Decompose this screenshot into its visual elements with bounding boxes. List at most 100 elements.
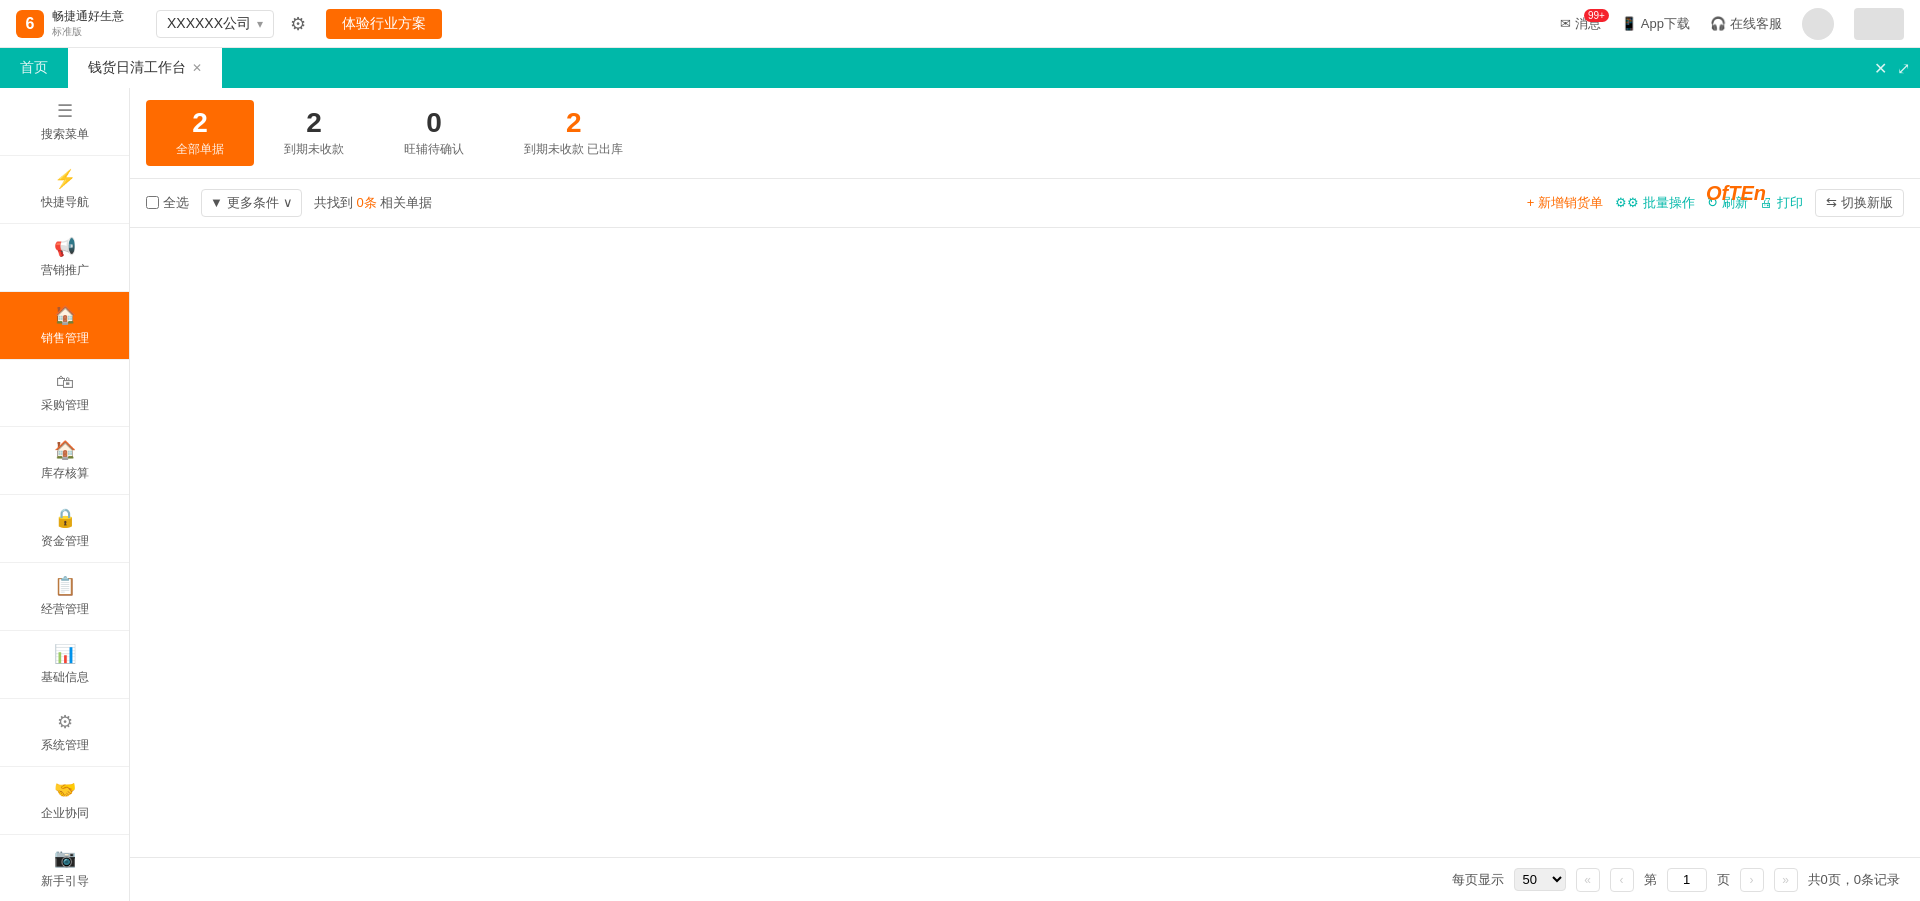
toolbar-left: 全选 ▼ 更多条件 ∨ 共找到 0条 相关单据 <box>146 189 432 217</box>
card-num-all: 2 <box>192 108 208 139</box>
sidebar-item-purchase-mgmt[interactable]: 🛍 采购管理 <box>0 360 129 427</box>
card-label-pending: 旺辅待确认 <box>404 141 464 158</box>
sidebar-label: 经营管理 <box>41 601 89 618</box>
page-size-select[interactable]: 50 20 100 <box>1514 868 1566 891</box>
funds-icon: 🔒 <box>54 507 76 529</box>
next-page-icon: › <box>1750 873 1754 887</box>
marketing-icon: 📢 <box>54 236 76 258</box>
sidebar-item-marketing[interactable]: 📢 营销推广 <box>0 224 129 292</box>
sidebar-item-funds-mgmt[interactable]: 🔒 资金管理 <box>0 495 129 563</box>
logo-area: 6 畅捷通好生意 标准版 <box>16 9 146 38</box>
nav-tabs: 首页 钱货日清工作台 ✕ ✕ ⤢ <box>0 48 1920 88</box>
sidebar-item-inventory[interactable]: 🏠 库存核算 <box>0 427 129 495</box>
tab-close-icon[interactable]: ✕ <box>192 61 202 75</box>
chevron-down-icon: ▾ <box>257 17 263 31</box>
logo-icon: 6 <box>16 10 44 38</box>
current-page-input[interactable] <box>1667 868 1707 892</box>
close-window-icon[interactable]: ✕ <box>1874 59 1887 78</box>
gear-icon: ⚙ <box>290 13 306 35</box>
table-area <box>130 228 1920 857</box>
select-all-input[interactable] <box>146 196 159 209</box>
prev-page-button[interactable]: ‹ <box>1610 868 1634 892</box>
coop-icon: 🤝 <box>54 779 76 801</box>
sidebar: ☰ 搜索菜单 ⚡ 快捷导航 📢 营销推广 🏠 销售管理 🛍 采购管理 🏠 库存核… <box>0 88 130 901</box>
header-right: ✉ 消息 99+ 📱 App下载 🎧 在线客服 <box>1560 8 1904 40</box>
sidebar-label: 基础信息 <box>41 669 89 686</box>
card-label-overdue: 到期未收款 <box>284 141 344 158</box>
app-download-item[interactable]: 📱 App下载 <box>1621 15 1690 33</box>
sidebar-label: 快捷导航 <box>41 194 89 211</box>
nav-tabs-right: ✕ ⤢ <box>1874 59 1920 78</box>
first-page-icon: « <box>1584 873 1591 887</box>
filter-button[interactable]: ▼ 更多条件 ∨ <box>201 189 302 217</box>
avatar[interactable] <box>1802 8 1834 40</box>
print-button[interactable]: 🖨 打印 <box>1760 194 1803 212</box>
card-all[interactable]: 2 全部单据 <box>146 100 254 166</box>
download-icon: 📱 <box>1621 16 1637 31</box>
often-text: OfTEn <box>1706 182 1766 205</box>
sidebar-item-enterprise-coop[interactable]: 🤝 企业协同 <box>0 767 129 835</box>
batch-operation-button[interactable]: ⚙⚙ 批量操作 <box>1615 194 1695 212</box>
card-num-pending: 0 <box>426 108 442 139</box>
sidebar-item-search-menu[interactable]: ☰ 搜索菜单 <box>0 88 129 156</box>
card-overdue-shipped[interactable]: 2 到期未收款 已出库 <box>494 100 653 166</box>
purchase-icon: 🛍 <box>56 372 74 393</box>
top-header: 6 畅捷通好生意 标准版 XXXXXX公司 ▾ ⚙ 体验行业方案 ✉ 消息 99… <box>0 0 1920 48</box>
switch-icon: ⇆ <box>1826 195 1837 210</box>
avatar-name[interactable] <box>1854 8 1904 40</box>
sidebar-label: 库存核算 <box>41 465 89 482</box>
sidebar-item-basic-info[interactable]: 📊 基础信息 <box>0 631 129 699</box>
chevron-down-icon: ∨ <box>283 195 293 210</box>
next-page-button[interactable]: › <box>1740 868 1764 892</box>
trial-button[interactable]: 体验行业方案 <box>326 9 442 39</box>
sidebar-label: 营销推广 <box>41 262 89 279</box>
message-icon: ✉ <box>1560 16 1571 31</box>
tab-workbench[interactable]: 钱货日清工作台 ✕ <box>68 48 222 88</box>
sys-icon: ⚙ <box>57 711 73 733</box>
card-label-all: 全部单据 <box>176 141 224 158</box>
last-page-icon: » <box>1782 873 1789 887</box>
settings-icon-btn[interactable]: ⚙ <box>282 8 314 40</box>
toolbar: 全选 ▼ 更多条件 ∨ 共找到 0条 相关单据 + 新增销货单 ⚙⚙ <box>130 179 1920 228</box>
search-menu-icon: ☰ <box>57 100 73 122</box>
online-service-item[interactable]: 🎧 在线客服 <box>1710 15 1782 33</box>
sidebar-item-quick-nav[interactable]: ⚡ 快捷导航 <box>0 156 129 224</box>
found-text: 共找到 0条 相关单据 <box>314 194 432 212</box>
select-all-checkbox[interactable]: 全选 <box>146 194 189 212</box>
card-wangfu-pending[interactable]: 0 旺辅待确认 <box>374 100 494 166</box>
switch-new-version-button[interactable]: ⇆ 切换新版 <box>1815 189 1904 217</box>
sidebar-label: 企业协同 <box>41 805 89 822</box>
ops-icon: 📋 <box>54 575 76 597</box>
quick-nav-icon: ⚡ <box>54 168 76 190</box>
messages-badge: 99+ <box>1584 9 1609 22</box>
messages-item[interactable]: ✉ 消息 99+ <box>1560 15 1601 33</box>
sidebar-label: 新手引导 <box>41 873 89 890</box>
restore-window-icon[interactable]: ⤢ <box>1897 59 1910 78</box>
sidebar-item-new-guide[interactable]: 📷 新手引导 <box>0 835 129 901</box>
inventory-icon: 🏠 <box>54 439 76 461</box>
sidebar-item-ops-mgmt[interactable]: 📋 经营管理 <box>0 563 129 631</box>
tab-home[interactable]: 首页 <box>0 48 68 88</box>
sidebar-item-sales-mgmt[interactable]: 🏠 销售管理 <box>0 292 129 360</box>
basic-info-icon: 📊 <box>54 643 76 665</box>
pagination: 每页显示 50 20 100 « ‹ 第 页 › » 共0页，0条记录 <box>130 857 1920 901</box>
content-area: 2 全部单据 2 到期未收款 0 旺辅待确认 2 到期未收款 已出库 全选 <box>130 88 1920 901</box>
sales-icon: 🏠 <box>54 304 76 326</box>
card-label-shipped: 到期未收款 已出库 <box>524 141 623 158</box>
last-page-button[interactable]: » <box>1774 868 1798 892</box>
sidebar-label: 资金管理 <box>41 533 89 550</box>
sidebar-item-sys-mgmt[interactable]: ⚙ 系统管理 <box>0 699 129 767</box>
logo-text: 畅捷通好生意 标准版 <box>52 9 124 38</box>
card-overdue-uncollected[interactable]: 2 到期未收款 <box>254 100 374 166</box>
filter-icon: ▼ <box>210 195 223 210</box>
service-icon: 🎧 <box>1710 16 1726 31</box>
sidebar-label: 销售管理 <box>41 330 89 347</box>
batch-icon: ⚙⚙ <box>1615 195 1639 210</box>
company-selector[interactable]: XXXXXX公司 ▾ <box>156 10 274 38</box>
summary-cards: 2 全部单据 2 到期未收款 0 旺辅待确认 2 到期未收款 已出库 <box>130 88 1920 179</box>
sidebar-label: 采购管理 <box>41 397 89 414</box>
add-sales-order-button[interactable]: + 新增销货单 <box>1527 194 1603 212</box>
guide-icon: 📷 <box>54 847 76 869</box>
prev-page-icon: ‹ <box>1620 873 1624 887</box>
first-page-button[interactable]: « <box>1576 868 1600 892</box>
